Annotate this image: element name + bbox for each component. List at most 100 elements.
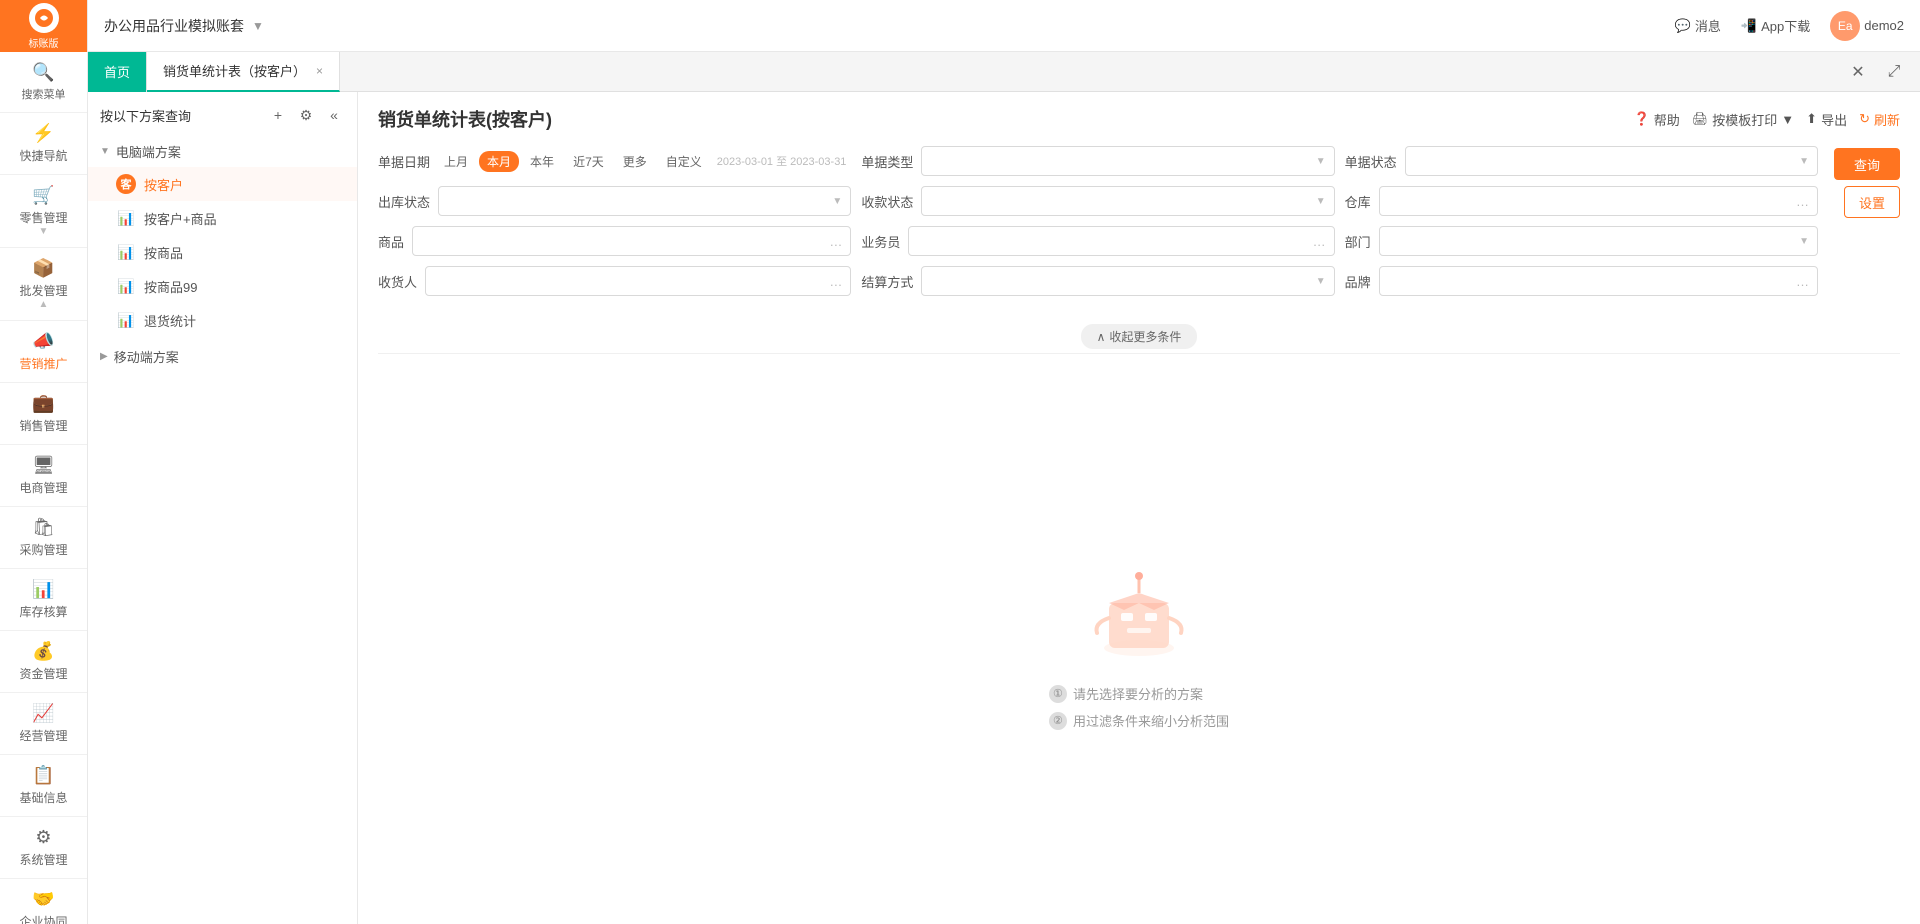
sidebar-item-basic[interactable]: 📋 基础信息 [0,755,87,817]
tab-close-all-btn[interactable]: ✕ [1844,58,1872,86]
salesperson-label: 业务员 [861,232,900,251]
empty-tip-1: ① 请先选择要分析的方案 [1049,684,1229,703]
receive-status-label: 收款状态 [861,192,913,211]
title-actions: ❓ 帮助 🖨 按模板打印 ▼ ⬆ 导出 ↻ 刷新 [1634,110,1900,129]
chart-icon-4: 📊 [116,310,136,330]
sidebar-item-cooperation[interactable]: 🤝 企业协同 [0,879,87,924]
left-panel-header: 按以下方案查询 + ⚙ « [88,104,357,126]
receiver-label: 收货人 [378,272,417,291]
scheme-item-by-customer[interactable]: 客 按客户 [88,167,357,201]
collapse-panel-btn[interactable]: « [323,104,345,126]
marketing-icon: 📣 [32,331,54,352]
order-status-select[interactable]: ▼ [1405,146,1818,176]
sidebar-item-retail[interactable]: 🛒 零售管理 ▼ [0,175,87,248]
chart-icon-3: 📊 [116,276,136,296]
goods-label: 商品 [378,232,404,251]
date-tab-this-year[interactable]: 本年 [522,150,562,173]
tab-sales-stats[interactable]: 销货单统计表（按客户） × [147,52,340,92]
salesperson-select[interactable]: … [908,226,1334,256]
date-label: 单据日期 [378,152,430,171]
topbar-right: 💬 消息 📲 App下载 Ea demo2 [1675,11,1904,41]
tip1-num: ① [1049,685,1067,703]
goods-select[interactable]: … [412,226,851,256]
inventory-icon: 📊 [32,579,54,600]
refresh-btn[interactable]: ↻ 刷新 [1859,110,1900,129]
sidebar-sales-label: 销售管理 [19,417,67,434]
sidebar-item-wholesale[interactable]: 📦 批发管理 ▲ [0,248,87,321]
out-status-select[interactable]: ▼ [438,186,851,216]
mobile-group-arrow: ▶ [100,351,108,362]
scheme-item-return-label: 退货统计 [144,311,196,330]
date-tabs-row: 上月 本月 本年 近7天 更多 自定义 2023-03-01 至 2023-03… [436,150,851,173]
date-tab-this-month[interactable]: 本月 [479,151,519,172]
dept-select[interactable]: ▼ [1379,226,1818,256]
quicknav-icon: ⚡ [32,123,54,144]
receiver-select[interactable]: … [425,266,851,296]
settlement-label: 结算方式 [861,272,913,291]
customer-icon: 客 [116,174,136,194]
sidebar-item-marketing[interactable]: 📣 营销推广 [0,321,87,383]
industry-arrow[interactable]: ▼ [252,19,264,33]
avatar-text: Ea [1838,19,1853,33]
collapse-label: 收起更多条件 [1109,328,1181,345]
logo-icon [29,3,59,33]
sidebar-item-purchase[interactable]: 🛍 采购管理 [0,507,87,569]
scheme-item-customer-label: 按客户 [144,175,183,194]
scheme-item-customer-goods-label: 按客户+商品 [144,209,217,228]
scheme-item-by-goods[interactable]: 📊 按商品 [88,235,357,269]
sidebar-system-label: 系统管理 [19,851,67,868]
tab-expand-btn[interactable]: ⤢ [1880,58,1908,86]
order-status-arrow: ▼ [1799,156,1809,167]
order-type-arrow: ▼ [1316,156,1326,167]
scheme-item-return-stats[interactable]: 📊 退货统计 [88,303,357,337]
sidebar-item-system[interactable]: ⚙ 系统管理 [0,817,87,879]
app-subtitle: 标账版 [29,35,59,50]
scheme-item-customer-goods[interactable]: 📊 按客户+商品 [88,201,357,235]
sidebar-item-sales[interactable]: 💼 销售管理 [0,383,87,445]
help-btn[interactable]: ❓ 帮助 [1634,110,1680,129]
settings-button[interactable]: 设置 [1844,186,1900,218]
date-tab-7days[interactable]: 近7天 [565,150,612,173]
message-btn[interactable]: 💬 消息 [1675,16,1721,35]
app-download-btn[interactable]: 📲 App下载 [1741,16,1810,35]
tip1-text: 请先选择要分析的方案 [1073,684,1203,703]
export-btn[interactable]: ⬆ 导出 [1806,110,1847,129]
sidebar-item-finance[interactable]: 💰 资金管理 [0,631,87,693]
tab-close-btn[interactable]: × [316,64,323,78]
settings-scheme-btn[interactable]: ⚙ [295,104,317,126]
order-status-filter: 单据状态 ▼ [1345,146,1818,176]
scheme-item-by-goods-99[interactable]: 📊 按商品99 [88,269,357,303]
receive-status-select[interactable]: ▼ [921,186,1334,216]
tip2-text: 用过滤条件来缩小分析范围 [1073,711,1229,730]
sidebar: 标账版 🔍 搜索菜单 ⚡ 快捷导航 🛒 零售管理 ▼ 📦 批发管理 ▲ 📣 营销… [0,0,88,924]
user-btn[interactable]: Ea demo2 [1830,11,1904,41]
dept-filter: 部门 ▼ [1345,226,1818,256]
add-scheme-btn[interactable]: + [267,104,289,126]
print-btn[interactable]: 🖨 按模板打印 ▼ [1692,110,1794,129]
ecommerce-icon: 🖥 [32,455,55,476]
salesperson-filter: 业务员 … [861,226,1334,256]
sidebar-item-quicknav[interactable]: ⚡ 快捷导航 [0,113,87,175]
sidebar-item-ecommerce[interactable]: 🖥 电商管理 [0,445,87,507]
desktop-group-header[interactable]: ▼ 电脑端方案 [88,136,357,167]
warehouse-filter: 仓库 … [1345,186,1818,216]
collapse-btn[interactable]: ∧ 收起更多条件 [1081,324,1198,349]
mobile-group-header[interactable]: ▶ 移动端方案 [88,341,357,372]
retail-arrow: ▼ [39,226,49,237]
message-icon: 💬 [1675,18,1691,34]
tip2-num: ② [1049,712,1067,730]
sidebar-item-inventory[interactable]: 📊 库存核算 [0,569,87,631]
operation-icon: 📈 [32,703,54,724]
warehouse-select[interactable]: … [1379,186,1818,216]
settlement-select[interactable]: ▼ [921,266,1334,296]
date-tab-more[interactable]: 更多 [615,150,655,173]
tab-home[interactable]: 首页 [88,52,147,92]
brand-select[interactable]: … [1379,266,1818,296]
date-tab-custom[interactable]: 自定义 [658,150,710,173]
date-tab-last-month[interactable]: 上月 [436,150,476,173]
sidebar-item-operation[interactable]: 📈 经营管理 [0,693,87,755]
desktop-group-arrow: ▼ [100,146,110,157]
order-type-select[interactable]: ▼ [921,146,1334,176]
search-button[interactable]: 查询 [1834,148,1900,180]
sidebar-item-search[interactable]: 🔍 搜索菜单 [0,52,87,113]
